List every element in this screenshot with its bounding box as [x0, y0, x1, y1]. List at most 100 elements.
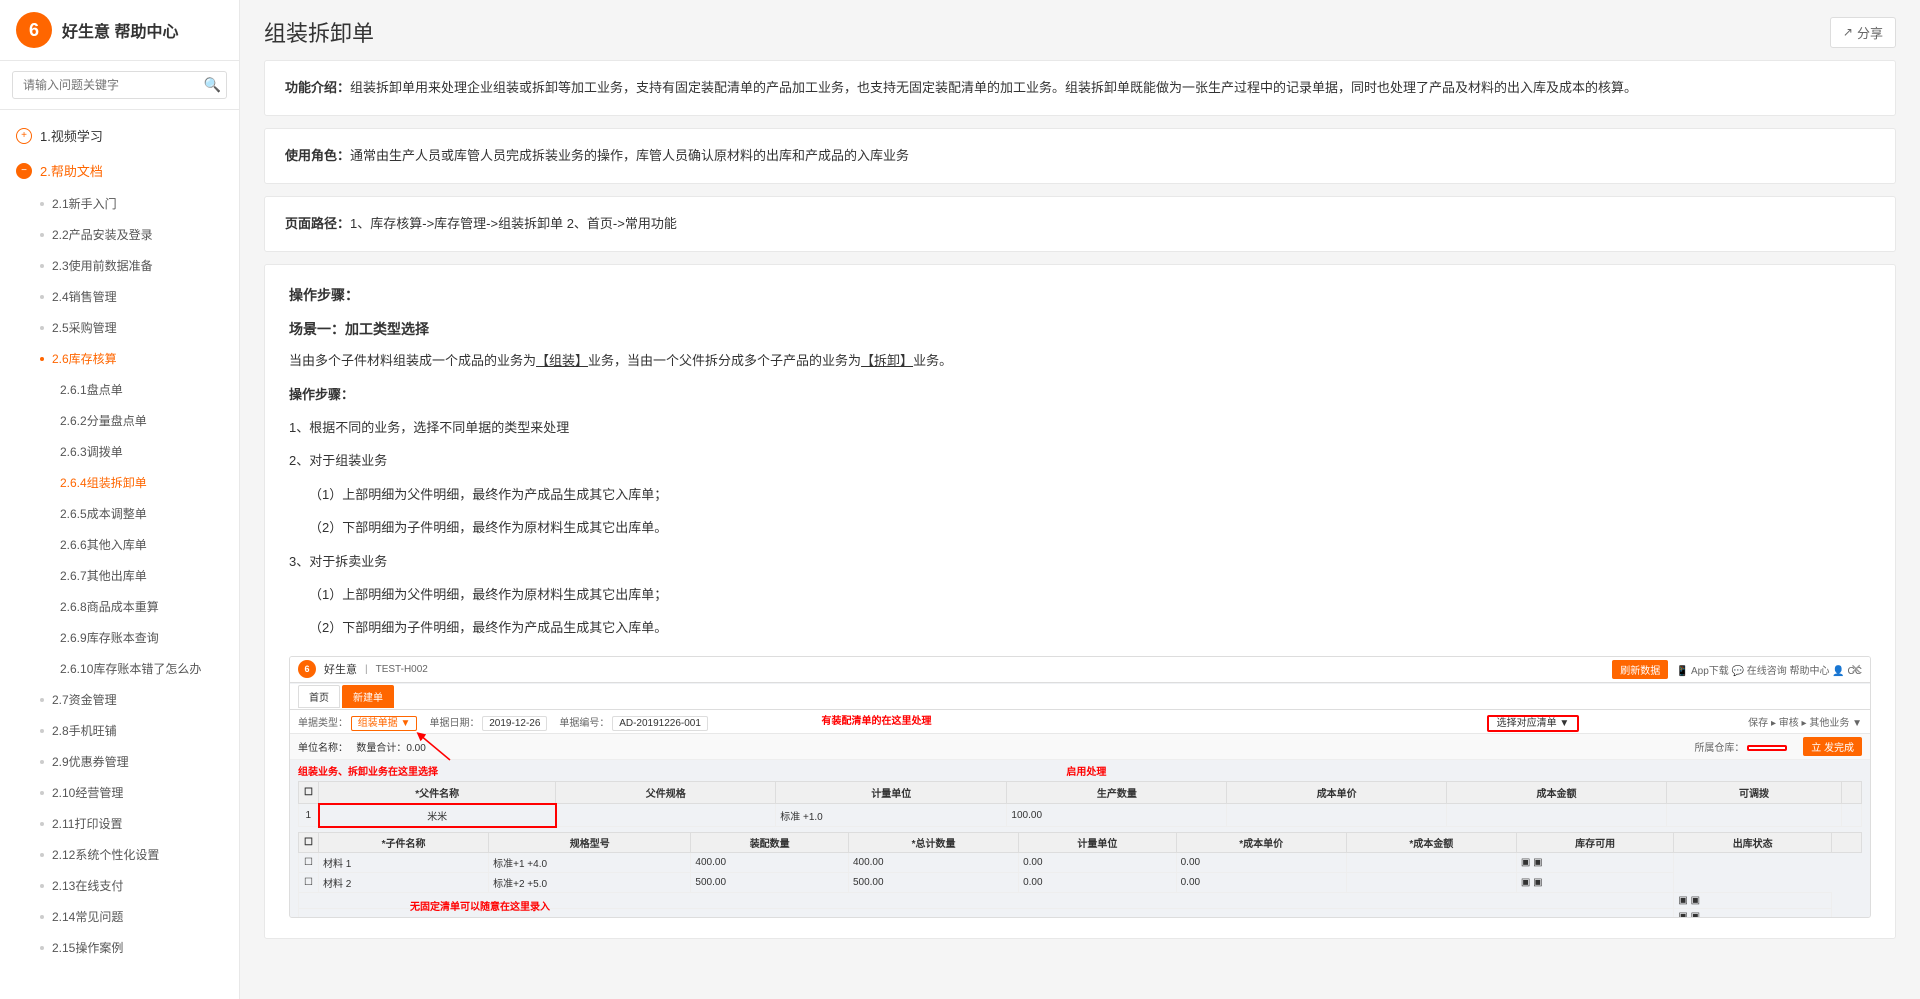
sim-th-num: 生产数量 [1007, 781, 1227, 804]
sidebar-item-2-6-1[interactable]: 2.6.1盘点单 [0, 374, 239, 405]
sidebar-item-2-6-4-label: 2.6.4组装拆卸单 [60, 474, 147, 491]
sidebar-item-docs-label: 2.帮助文档 [40, 161, 103, 180]
sim-ltd-bom1: 400.00 [691, 852, 849, 872]
sim-lth-goods: *子件名称 [319, 832, 489, 852]
sidebar-item-new-user[interactable]: 2.1新手入门 [0, 188, 239, 219]
sidebar-item-faq[interactable]: 2.14常见问题 [0, 901, 239, 932]
sim-th-total: 成本金额 [1447, 781, 1667, 804]
sidebar-item-finance[interactable]: 2.7资金管理 [0, 684, 239, 715]
sidebar-item-2-6-10-label: 2.6.10库存账本错了怎么办 [60, 660, 201, 677]
sidebar-item-mobile[interactable]: 2.8手机旺铺 [0, 715, 239, 746]
sidebar-item-print[interactable]: 2.11打印设置 [0, 808, 239, 839]
search-input[interactable] [12, 71, 227, 99]
sim-ltd-act3: ▣ ▣ [1674, 892, 1832, 908]
sidebar-item-2-6-5[interactable]: 2.6.5成本调整单 [0, 498, 239, 529]
sidebar-item-system[interactable]: 2.12系统个性化设置 [0, 839, 239, 870]
ops-steps-label: 操作步骤： [289, 387, 354, 402]
sidebar-item-2-6-8[interactable]: 2.6.8商品成本重算 [0, 591, 239, 622]
sim-close-btn[interactable]: ✕ [1850, 661, 1862, 678]
dot-icon [40, 760, 44, 764]
dot-icon [40, 853, 44, 857]
sim-lth-unit: 计量单位 [1019, 832, 1177, 852]
sim-ltd-cp1: 0.00 [1176, 852, 1346, 872]
sim-td-avail1 [1666, 804, 1841, 827]
sim-ltd-cp2: 0.00 [1176, 872, 1346, 892]
sim-date-value: 2019-12-26 [482, 716, 547, 731]
sidebar-item-2-6-3[interactable]: 2.6.3调拨单 [0, 436, 239, 467]
sim-lth-cb: ☐ [299, 832, 319, 852]
search-container: 🔍 [0, 61, 239, 110]
sidebar-item-2-6-5-label: 2.6.5成本调整单 [60, 505, 147, 522]
search-icon[interactable]: 🔍 [204, 77, 221, 94]
sidebar-item-purchase[interactable]: 2.5采购管理 [0, 312, 239, 343]
share-button[interactable]: ↗ 分享 [1830, 17, 1896, 48]
sidebar-item-2-6-10[interactable]: 2.6.10库存账本错了怎么办 [0, 653, 239, 684]
sim-ltd-g2: 材料 2 [319, 872, 489, 892]
step2-2: （2）下部明细为子件明细，最终作为原材料生成其它出库单。 [309, 516, 1871, 539]
dot-icon [40, 884, 44, 888]
sim-th-avail: 可调拨 [1666, 781, 1841, 804]
sim-lth-act [1832, 832, 1862, 852]
dot-icon [40, 326, 44, 330]
page-title: 组装拆卸单 [264, 16, 374, 48]
screenshot-container: 6 好生意 | TEST-H002 刷新数据 📱 App下载 💬 在线咨询 帮助… [289, 656, 1871, 918]
sim-td-goods1: 米米 [319, 804, 556, 827]
sim-tab-home[interactable]: 首页 [298, 685, 340, 708]
sidebar-item-sales[interactable]: 2.4销售管理 [0, 281, 239, 312]
sidebar-item-2-6-6[interactable]: 2.6.6其他入库单 [0, 529, 239, 560]
sidebar-item-video-label: 1.视频学习 [40, 126, 103, 145]
step2-1: （1）上部明细为父件明细，最终作为产成品生成其它入库单； [309, 483, 1871, 506]
sim-brand: 好生意 [324, 661, 357, 677]
sim-ltd-act1: ▣ ▣ [1516, 852, 1674, 872]
sim-th-checkbox: ☐ [299, 781, 319, 804]
role-card: 使用角色：通常由生产人员或库管人员完成拆装业务的操作，库管人员确认原材料的出库和… [264, 128, 1896, 184]
screenshot-inner: 6 好生意 | TEST-H002 刷新数据 📱 App下载 💬 在线咨询 帮助… [290, 657, 1870, 917]
sim-tab-active[interactable]: 新建单 [342, 685, 394, 708]
sim-ltd-act4: ▣ ▣ [1674, 908, 1832, 917]
sidebar-item-data-prep[interactable]: 2.3使用前数据准备 [0, 250, 239, 281]
sidebar-item-2-6-1-label: 2.6.1盘点单 [60, 381, 123, 398]
collapse-icon-docs: − [16, 163, 32, 179]
sim-lth-bom: 装配数量 [691, 832, 849, 852]
path-label: 页面路径： [285, 216, 350, 231]
sidebar-item-2-6-9[interactable]: 2.6.9库存账本查询 [0, 622, 239, 653]
sidebar-item-inventory[interactable]: 2.6库存核算 [0, 343, 239, 374]
sim-warehouse-field: 所属仓库： [1694, 739, 1787, 754]
sim-th-qty: 计量单位 [776, 781, 1007, 804]
sidebar-item-operation[interactable]: 2.10经营管理 [0, 777, 239, 808]
sim-ltd-s1: 标准+1 +4.0 [489, 852, 691, 872]
sidebar-item-2-6-4[interactable]: 2.6.4组装拆卸单 [0, 467, 239, 498]
sidebar-item-2-6-7-label: 2.6.7其他出库单 [60, 567, 147, 584]
sidebar-item-docs[interactable]: − 2.帮助文档 2.1新手入门 2.2产品安装及登录 2.3使用前数据准备 [0, 153, 239, 963]
sim-th-spec: 父件规格 [556, 781, 776, 804]
path-card: 页面路径：1、库存核算->库存管理->组装拆卸单 2、首页->常用功能 [264, 196, 1896, 252]
sim-type-value: 组装单据 ▼ [351, 716, 418, 731]
sidebar-item-2-6-7[interactable]: 2.6.7其他出库单 [0, 560, 239, 591]
dot-icon [40, 357, 44, 361]
sim-warehouse-input[interactable] [1747, 745, 1787, 751]
share-label: 分享 [1857, 23, 1883, 42]
sidebar-item-coupon[interactable]: 2.9优惠券管理 [0, 746, 239, 777]
sidebar-item-2-6-2[interactable]: 2.6.2分量盘点单 [0, 405, 239, 436]
sim-ltd-tbom1: 400.00 [848, 852, 1018, 872]
sidebar-item-coupon-label: 2.9优惠券管理 [52, 753, 129, 770]
sidebar-item-system-label: 2.12系统个性化设置 [52, 846, 159, 863]
sim-ltd-tbom2: 500.00 [848, 872, 1018, 892]
dot-icon [40, 264, 44, 268]
nav-list: + 1.视频学习 − 2.帮助文档 2.1新手入门 2.2产品安装及登录 [0, 110, 239, 999]
sim-lth-cost-price: *成本单价 [1176, 832, 1346, 852]
sim-submit-btn[interactable]: 立 发完成 [1803, 737, 1862, 756]
sim-lth-avail: 库存可用 [1516, 832, 1674, 852]
intro-card: 功能介绍：组装拆卸单用来处理企业组装或拆卸等加工业务，支持有固定装配清单的产品加… [264, 60, 1896, 116]
sidebar-item-cases[interactable]: 2.15操作案例 [0, 932, 239, 963]
sim-lth-spec: 规格型号 [489, 832, 691, 852]
sim-annotation-area: 有装配清单的在这里处理 选择对应清单 ▼ [720, 714, 1736, 729]
sidebar-item-install[interactable]: 2.2产品安装及登录 [0, 219, 239, 250]
sidebar-item-purchase-label: 2.5采购管理 [52, 319, 117, 336]
sim-type-annotation-area: 组装业务、拆卸业务在这里选择 启用处理 [290, 760, 1870, 781]
sidebar-item-online-pay[interactable]: 2.13在线支付 [0, 870, 239, 901]
sim-bom-btn[interactable]: 选择对应清单 ▼ [1487, 715, 1580, 732]
sidebar-item-video[interactable]: + 1.视频学习 [0, 118, 239, 153]
sim-td-num1: 100.00 [1007, 804, 1227, 827]
app-logo: 6 [16, 12, 52, 48]
